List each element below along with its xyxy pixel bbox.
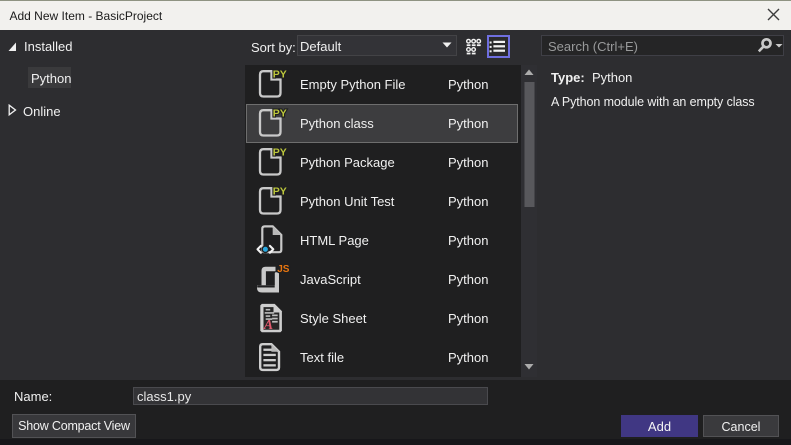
svg-text:A: A xyxy=(263,318,273,333)
svg-text:JS: JS xyxy=(277,264,290,275)
svg-text:PY: PY xyxy=(273,108,287,120)
svg-text:PY: PY xyxy=(273,147,287,159)
svg-text:PY: PY xyxy=(273,69,287,81)
svg-text:PY: PY xyxy=(273,186,287,198)
